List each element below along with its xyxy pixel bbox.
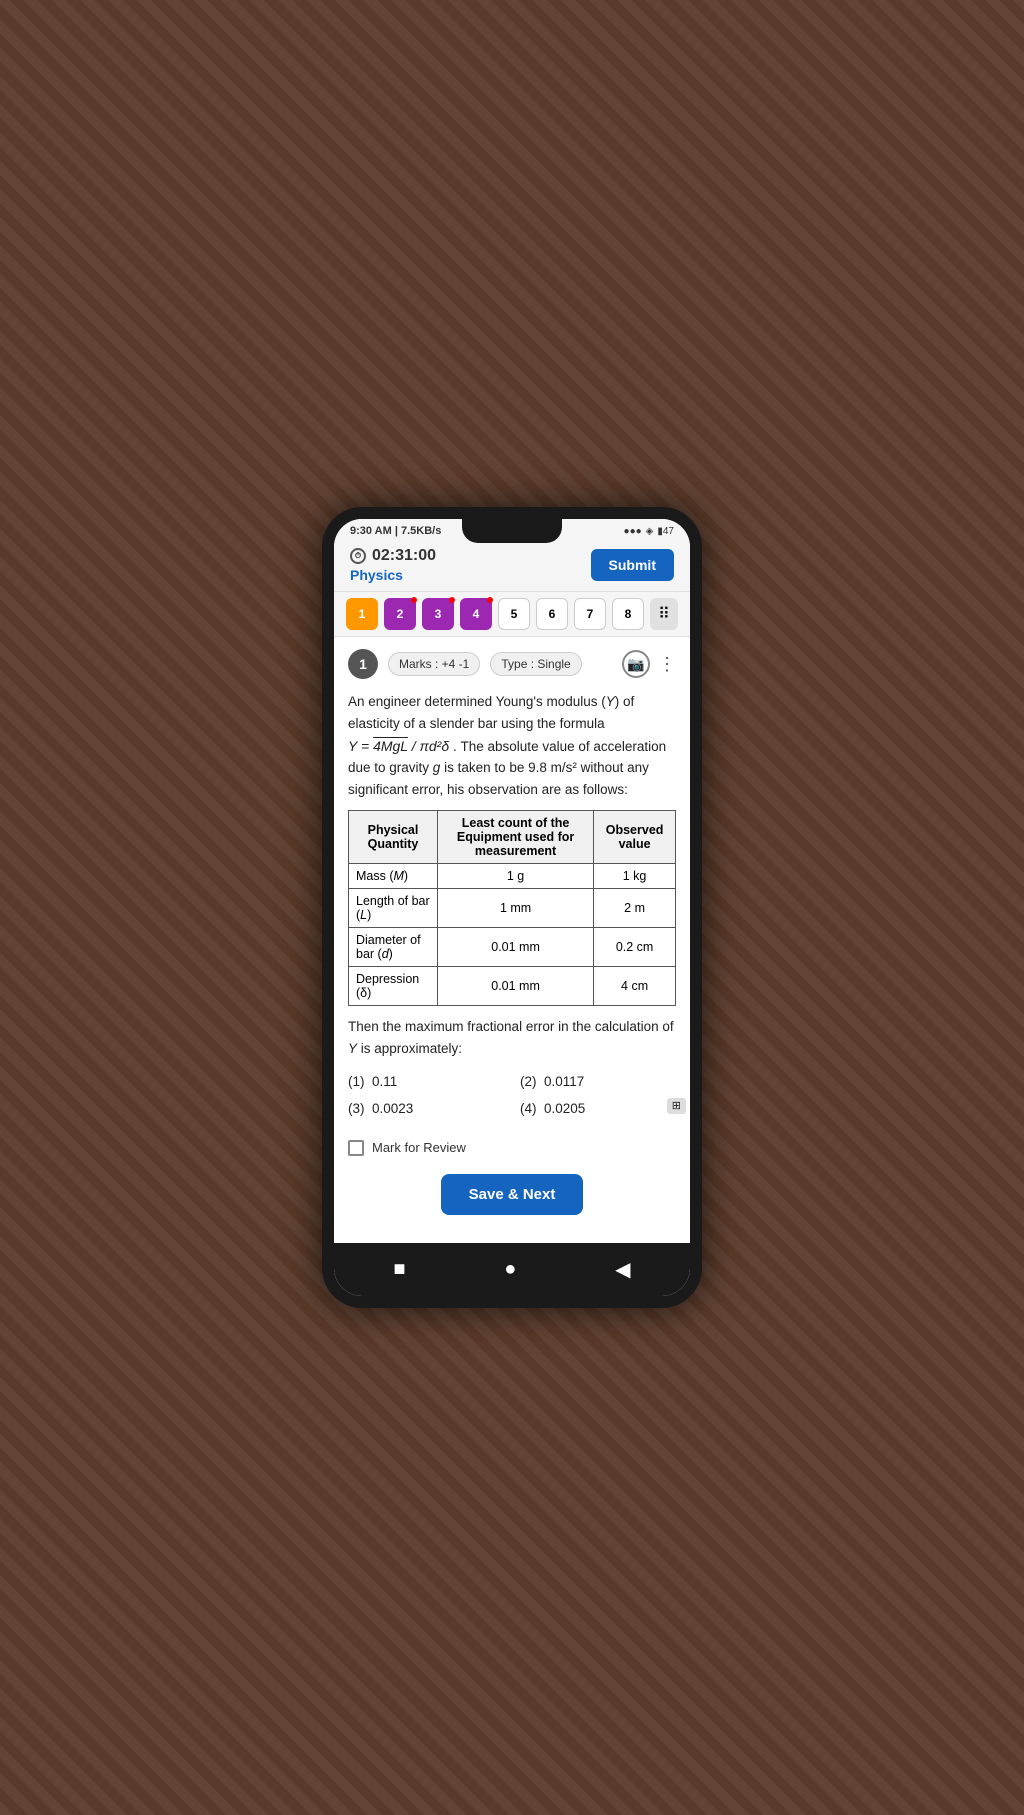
nav-q1[interactable]: 1	[346, 598, 378, 630]
obs-diameter: 0.2 cm	[594, 928, 676, 967]
status-time: 9:30 AM | 7.5KB/s	[350, 525, 441, 537]
save-next-button[interactable]: Save & Next	[441, 1174, 584, 1215]
nav-q2[interactable]: 2	[384, 598, 416, 630]
nav-grid-button[interactable]: ⠿	[650, 598, 678, 630]
nav-q4[interactable]: 4	[460, 598, 492, 630]
nav-q8[interactable]: 8	[612, 598, 644, 630]
save-next-container: Save & Next	[348, 1166, 676, 1231]
expand-options-icon[interactable]: ⊞	[667, 1097, 686, 1112]
marks-badge: Marks : +4 -1	[388, 652, 480, 676]
table-row: Mass (M) 1 g 1 kg	[349, 864, 676, 889]
lc-length: 1 mm	[437, 889, 593, 928]
option-1[interactable]: (1) 0.11	[348, 1070, 504, 1093]
question-content: 1 Marks : +4 -1 Type : Single 📷 ⋮ An eng…	[334, 637, 690, 1242]
question-header: 1 Marks : +4 -1 Type : Single 📷 ⋮	[348, 649, 676, 679]
formula: Y = 4MgL / πd²δ	[348, 738, 453, 754]
obs-depression: 4 cm	[594, 967, 676, 1006]
grid-icon: ⠿	[658, 604, 670, 624]
option-2[interactable]: (2) 0.0117	[520, 1070, 676, 1093]
table-row: Depression (δ) 0.01 mm 4 cm	[349, 967, 676, 1006]
lc-depression: 0.01 mm	[437, 967, 593, 1006]
app-header: ⏱ 02:31:00 Physics Submit	[334, 541, 690, 591]
mark-review-checkbox[interactable]	[348, 1140, 364, 1156]
col-header-obs: Observed value	[594, 811, 676, 864]
obs-mass: 1 kg	[594, 864, 676, 889]
type-badge: Type : Single	[490, 652, 581, 676]
option-4[interactable]: (4) 0.0205 ⊞	[520, 1097, 676, 1120]
qty-mass: Mass (M)	[349, 864, 438, 889]
mark-review-row: Mark for Review	[348, 1130, 676, 1166]
battery-icon: ▮47	[657, 526, 674, 537]
status-icons: ●●● ◈ ▮47	[624, 526, 674, 537]
mark-review-label: Mark for Review	[372, 1140, 466, 1155]
conclusion-text: Then the maximum fractional error in the…	[348, 1016, 676, 1059]
timer-display: 02:31:00	[372, 547, 436, 565]
more-options-icon[interactable]: ⋮	[658, 654, 676, 675]
timer-row: ⏱ 02:31:00	[350, 547, 436, 565]
recent-button[interactable]: ◀	[599, 1253, 646, 1286]
lc-mass: 1 g	[437, 864, 593, 889]
bottom-nav: ■ ● ◀	[334, 1243, 690, 1296]
back-button[interactable]: ■	[377, 1254, 421, 1285]
table-row: Diameter of bar (d) 0.01 mm 0.2 cm	[349, 928, 676, 967]
col-header-qty: Physical Quantity	[349, 811, 438, 864]
qty-depression: Depression (δ)	[349, 967, 438, 1006]
question-text: An engineer determined Young's modulus (…	[348, 691, 676, 800]
nav-q3[interactable]: 3	[422, 598, 454, 630]
question-icons: 📷 ⋮	[622, 650, 676, 678]
qty-diameter: Diameter of bar (d)	[349, 928, 438, 967]
lc-diameter: 0.01 mm	[437, 928, 593, 967]
table-row: Length of bar (L) 1 mm 2 m	[349, 889, 676, 928]
signal-icon: ●●●	[624, 526, 642, 537]
camera-icon[interactable]: 📷	[622, 650, 650, 678]
nav-q5[interactable]: 5	[498, 598, 530, 630]
nav-q6[interactable]: 6	[536, 598, 568, 630]
option-3[interactable]: (3) 0.0023	[348, 1097, 504, 1120]
subject-label: Physics	[350, 567, 436, 583]
observation-table: Physical Quantity Least count of the Equ…	[348, 810, 676, 1006]
question-nav: 1 2 3 4 5 6 7 8 ⠿	[334, 591, 690, 636]
timer-icon: ⏱	[350, 548, 366, 564]
col-header-lc: Least count of the Equipment used for me…	[437, 811, 593, 864]
submit-button[interactable]: Submit	[591, 549, 674, 581]
wifi-icon: ◈	[646, 526, 654, 537]
obs-length: 2 m	[594, 889, 676, 928]
options-grid: (1) 0.11 (2) 0.0117 (3) 0.0023 (4) 0.020…	[348, 1070, 676, 1120]
question-number-circle: 1	[348, 649, 378, 679]
home-button[interactable]: ●	[488, 1254, 532, 1285]
qty-length: Length of bar (L)	[349, 889, 438, 928]
nav-q7[interactable]: 7	[574, 598, 606, 630]
